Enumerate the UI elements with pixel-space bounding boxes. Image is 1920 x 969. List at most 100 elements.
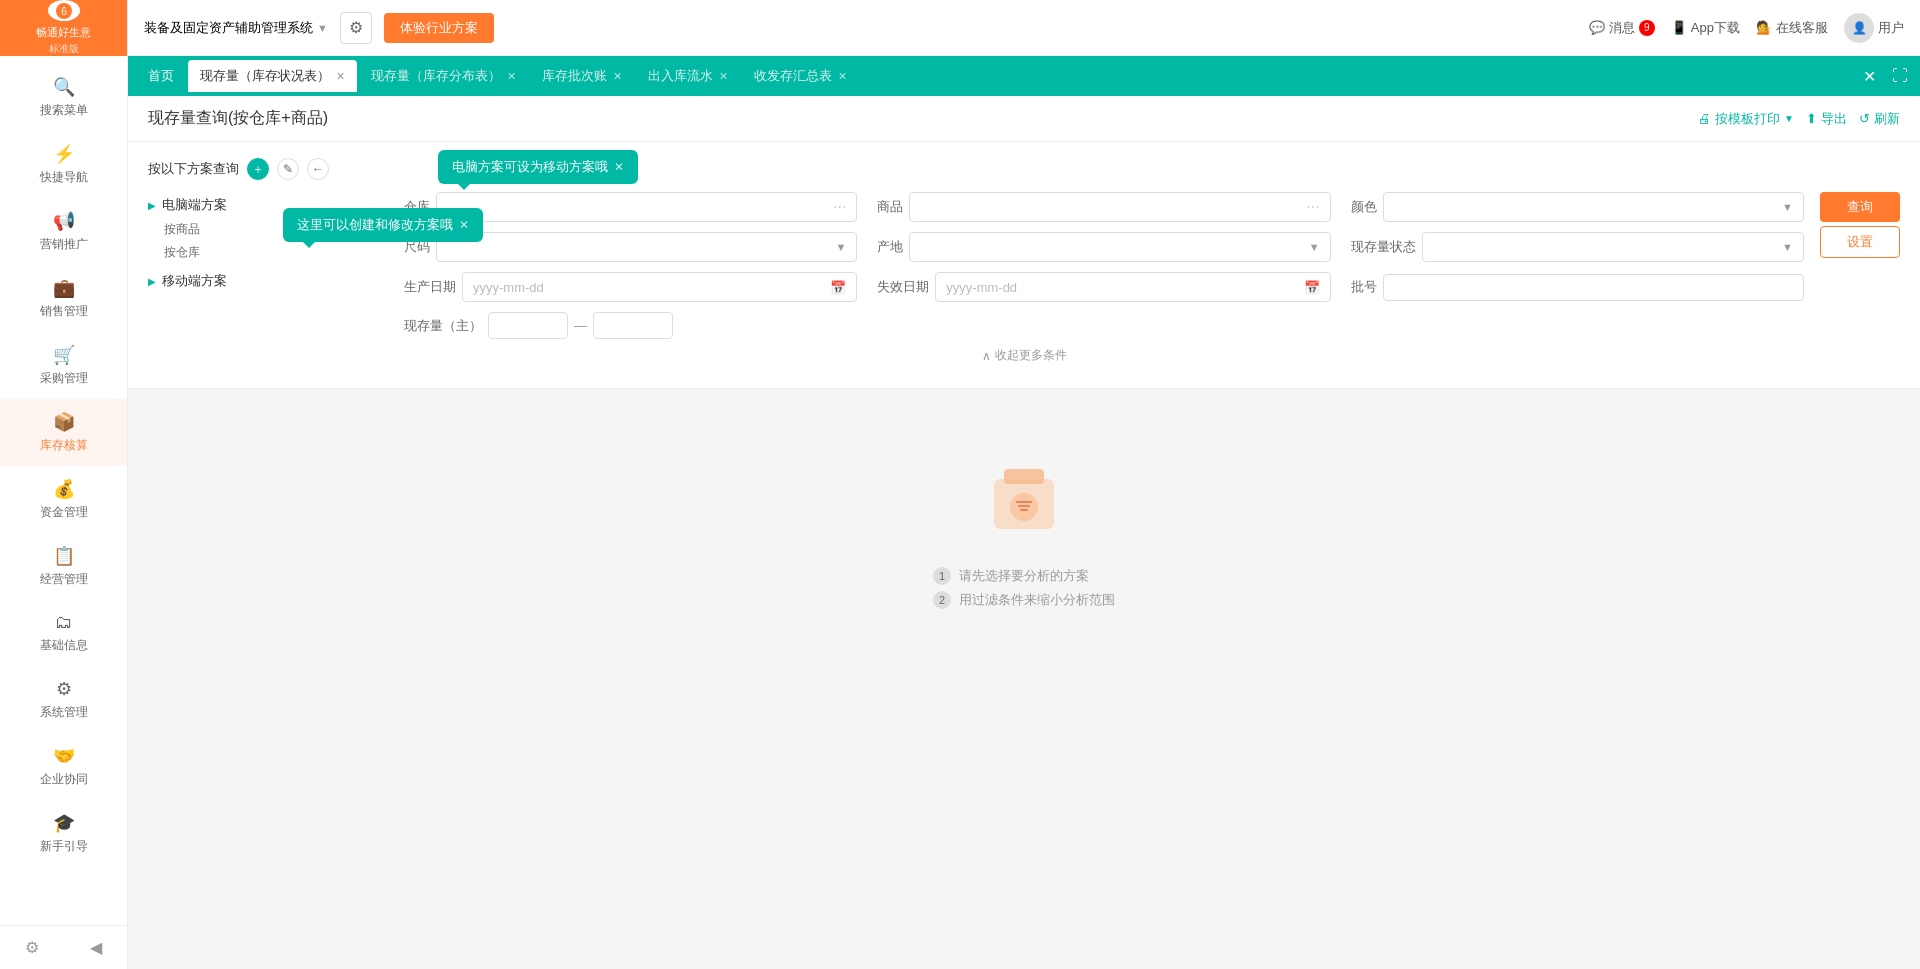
tooltip2-text: 这里可以创建和修改方案哦	[297, 216, 453, 234]
stock-status-label: 现存量状态	[1351, 238, 1416, 256]
tooltip2-close-icon[interactable]: ✕	[459, 218, 469, 232]
gear-button[interactable]: ⚙	[340, 12, 372, 44]
production-date-field: 生产日期 yyyy-mm-dd 📅	[404, 272, 857, 302]
sidebar-item-enterprise[interactable]: 🤝 企业协同	[0, 733, 127, 800]
content-area: 现存量查询(按仓库+商品) 🖨 按模板打印 ▼ ⬆ 导出 ↺ 刷新	[128, 96, 1920, 969]
origin-select[interactable]: ▼	[909, 232, 1330, 262]
tab-batch-account[interactable]: 库存批次账 ✕	[530, 60, 634, 92]
sidebar-item-quick[interactable]: ⚡ 快捷导航	[0, 131, 127, 198]
step-num-2: 2	[933, 591, 951, 609]
system-title-dropdown[interactable]: 装备及固定资产辅助管理系统 ▼	[144, 19, 328, 37]
sidebar-item-system[interactable]: ⚙ 系统管理	[0, 666, 127, 733]
tab-bar-end: ✕ ⛶	[1859, 63, 1912, 90]
header-actions: 💬 消息 9 📱 App下载 💁 在线客服 👤 用户	[1589, 13, 1904, 43]
tab-home[interactable]: 首页	[136, 60, 186, 92]
main-area: 装备及固定资产辅助管理系统 ▼ ⚙ 体验行业方案 💬 消息 9 📱 App下载 …	[128, 0, 1920, 969]
search-icon: 🔍	[53, 76, 75, 98]
chevron-down-icon: ▼	[1782, 241, 1793, 253]
online-service-label: 在线客服	[1776, 19, 1828, 37]
expiry-date-input[interactable]: yyyy-mm-dd 📅	[935, 272, 1330, 302]
sidebar-item-label: 资金管理	[40, 504, 88, 521]
user-action[interactable]: 👤 用户	[1844, 13, 1904, 43]
svg-rect-7	[1020, 509, 1028, 511]
sidebar-item-search[interactable]: 🔍 搜索菜单	[0, 64, 127, 131]
page-title: 现存量查询(按仓库+商品)	[148, 108, 328, 129]
goods-field: 商品 ···	[877, 192, 1330, 222]
goods-label: 商品	[877, 198, 903, 216]
filter-right-panel: 仓库 ··· 商品 ···	[404, 192, 1804, 339]
tab-close-icon[interactable]: ✕	[336, 70, 345, 83]
sidebar-item-basic[interactable]: 🗂 基础信息	[0, 600, 127, 666]
tab-close-icon[interactable]: ✕	[507, 70, 516, 83]
export-button[interactable]: ⬆ 导出	[1806, 110, 1847, 128]
sidebar-item-purchase[interactable]: 🛒 采购管理	[0, 332, 127, 399]
collapse-filter-button[interactable]: ∧ 收起更多条件	[148, 339, 1900, 372]
search-button[interactable]: 查询	[1820, 192, 1900, 222]
add-scheme-button[interactable]: ＋	[247, 158, 269, 180]
template-print-button[interactable]: 🖨 按模板打印 ▼	[1698, 110, 1794, 128]
scheme-by-warehouse-label: 按仓库	[164, 244, 200, 261]
mobile-scheme-item[interactable]: ▶ 移动端方案	[148, 268, 388, 294]
sidebar-item-finance[interactable]: 💰 资金管理	[0, 466, 127, 533]
tab-inventory-status[interactable]: 现存量（库存状况表） ✕	[188, 60, 357, 92]
trial-button[interactable]: 体验行业方案	[384, 13, 494, 43]
sidebar-item-sales[interactable]: 💼 销售管理	[0, 265, 127, 332]
svg-rect-6	[1018, 505, 1030, 507]
goods-select[interactable]: ···	[909, 192, 1330, 222]
empty-svg	[974, 449, 1074, 549]
sidebar-item-label: 企业协同	[40, 771, 88, 788]
sidebar-item-label: 搜索菜单	[40, 102, 88, 119]
tab-close-icon[interactable]: ✕	[838, 70, 847, 83]
export-icon: ⬆	[1806, 111, 1817, 126]
production-date-value: yyyy-mm-dd	[473, 280, 544, 295]
stock-status-select[interactable]: ▼	[1422, 232, 1804, 262]
enterprise-icon: 🤝	[53, 745, 75, 767]
tooltip1-close-icon[interactable]: ✕	[614, 160, 624, 174]
chevron-down-icon: ▼	[1782, 201, 1793, 213]
step-num-1: 1	[933, 567, 951, 585]
tab-close-all-icon[interactable]: ✕	[1859, 63, 1880, 90]
tab-receive-summary[interactable]: 收发存汇总表 ✕	[742, 60, 859, 92]
inout-flow-tab-label: 出入库流水	[648, 67, 713, 85]
page-header: 现存量查询(按仓库+商品) 🖨 按模板打印 ▼ ⬆ 导出 ↺ 刷新	[128, 96, 1920, 142]
tab-close-icon[interactable]: ✕	[613, 70, 622, 83]
tab-inout-flow[interactable]: 出入库流水 ✕	[636, 60, 740, 92]
reset-button[interactable]: 设置	[1820, 226, 1900, 258]
refresh-button[interactable]: ↺ 刷新	[1859, 110, 1900, 128]
warehouse-select[interactable]: ···	[436, 192, 857, 222]
calendar-icon: 📅	[1304, 280, 1320, 295]
settings-icon[interactable]: ⚙	[25, 938, 39, 957]
online-service-action[interactable]: 💁 在线客服	[1756, 19, 1828, 37]
collapse-sidebar-icon[interactable]: ◀	[90, 938, 102, 957]
expand-icon: ▶	[148, 276, 156, 287]
message-action[interactable]: 💬 消息 9	[1589, 19, 1655, 37]
sidebar-item-newbie[interactable]: 🎓 新手引导	[0, 800, 127, 867]
sidebar-item-inventory[interactable]: 📦 库存核算	[0, 399, 127, 466]
search-btn-area: 查询 设置	[1820, 192, 1900, 258]
logo-icon: 6	[48, 0, 80, 21]
color-select[interactable]: ▼	[1383, 192, 1804, 222]
scheme-by-warehouse[interactable]: 按仓库	[164, 241, 388, 264]
arrow-left-icon[interactable]: ←	[307, 158, 329, 180]
batch-no-input[interactable]	[1383, 274, 1804, 301]
production-date-input[interactable]: yyyy-mm-dd 📅	[462, 272, 857, 302]
stock-min-input[interactable]	[488, 312, 568, 339]
tab-close-icon[interactable]: ✕	[719, 70, 728, 83]
expiry-date-field: 失效日期 yyyy-mm-dd 📅	[877, 272, 1330, 302]
batch-no-field: 批号	[1351, 272, 1804, 302]
app-download-action[interactable]: 📱 App下载	[1671, 19, 1740, 37]
origin-label: 产地	[877, 238, 903, 256]
size-select[interactable]: ▼	[436, 232, 857, 262]
sidebar-item-operations[interactable]: 📋 经营管理	[0, 533, 127, 600]
expiry-date-value: yyyy-mm-dd	[946, 280, 1017, 295]
sidebar-item-label: 系统管理	[40, 704, 88, 721]
origin-field: 产地 ▼	[877, 232, 1330, 262]
basic-icon: 🗂	[55, 612, 73, 633]
edit-scheme-button[interactable]: ✎	[277, 158, 299, 180]
stock-max-input[interactable]	[593, 312, 673, 339]
sidebar-item-marketing[interactable]: 📢 营销推广	[0, 198, 127, 265]
tab-inventory-dist[interactable]: 现存量（库存分布表） ✕	[359, 60, 528, 92]
tab-fullscreen-icon[interactable]: ⛶	[1888, 63, 1912, 89]
dropdown-arrow-icon: ▼	[317, 22, 328, 34]
system-icon: ⚙	[56, 678, 72, 700]
